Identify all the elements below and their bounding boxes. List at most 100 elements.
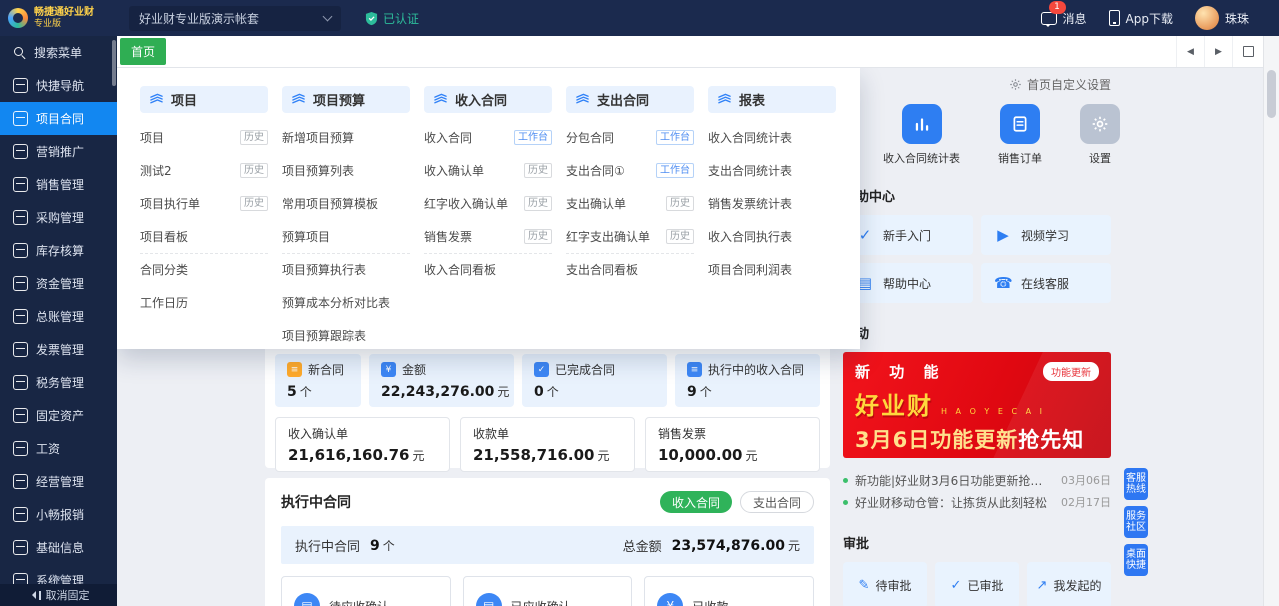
menu-item[interactable]: 项目 历史 (140, 127, 268, 147)
menu-item[interactable]: 销售发票统计表 (708, 193, 836, 213)
approval-card[interactable]: ✎ 待审批 (843, 562, 927, 606)
shortcut-sales-order[interactable]: 销售订单 (998, 104, 1042, 166)
sidebar-item-inventory[interactable]: 库存核算 (0, 234, 117, 267)
quick-nav-icon (13, 78, 28, 93)
menu-item[interactable]: 销售发票 历史 (424, 226, 552, 254)
menu-item[interactable]: 支出合同统计表 (708, 160, 836, 180)
stat-card-top: ¥ 金额 (381, 361, 502, 378)
shortcut-settings[interactable]: 设置 (1080, 104, 1120, 166)
menu-item[interactable]: 项目执行单 历史 (140, 193, 268, 213)
menu-item[interactable]: 预算成本分析对比表 (282, 292, 410, 312)
gear-icon (1010, 78, 1021, 90)
sidebar-item-marketing[interactable]: 营销推广 (0, 135, 117, 168)
approval-card[interactable]: ✓ 已审批 (935, 562, 1019, 606)
menu-item[interactable]: 新增项目预算 (282, 127, 410, 147)
menu-item[interactable]: 项目预算列表 (282, 160, 410, 180)
app-download-button[interactable]: App下载 (1108, 10, 1173, 27)
sidebar-item-general-ledger[interactable]: 总账管理 (0, 300, 117, 333)
sidebar-item-project-contract[interactable]: 项目合同 (0, 102, 117, 135)
menu-item[interactable]: 工作日历 (140, 292, 268, 312)
account-set-selector[interactable]: 好业财专业版演示帐套 (129, 5, 341, 31)
help-card[interactable]: ✓ 新手入门 (843, 215, 973, 255)
bullet-dot-icon (843, 477, 848, 483)
mini-card[interactable]: ▤ 已应收确认 (462, 576, 633, 606)
menu-item[interactable]: 预算项目 (282, 226, 410, 254)
menu-item[interactable]: 收入合同统计表 (708, 127, 836, 147)
verified-badge[interactable]: 已认证 (365, 10, 419, 27)
tab-scroll-left-button[interactable]: ◀ (1176, 36, 1204, 67)
floating-hotline-button[interactable]: 客服热线 (1124, 468, 1148, 500)
unpin-sidebar-button[interactable]: 取消固定 (0, 584, 117, 606)
sidebar-item-expense[interactable]: 小畅报销 (0, 498, 117, 531)
income-contract-pill[interactable]: 收入合同 (659, 491, 732, 513)
menu-item[interactable]: 红字支出确认单 历史 (566, 226, 694, 254)
approval-card[interactable]: ↗ 我发起的 (1027, 562, 1111, 606)
shortcut-income-contract-report[interactable]: 收入合同统计表 (883, 104, 960, 166)
document-stat-card[interactable]: 销售发票 10,000.00 元 (645, 417, 820, 472)
sidebar-item-basic-info[interactable]: 基础信息 (0, 531, 117, 564)
sidebar-item-quick-nav[interactable]: 快捷导航 (0, 69, 117, 102)
promo-banner[interactable]: 新 功 能 功能更新 好业财 H A O Y E C A I 3月6日功能更新抢… (843, 352, 1111, 458)
home-customize-button[interactable]: 首页自定义设置 (843, 76, 1111, 92)
sidebar-item-invoice[interactable]: 发票管理 (0, 333, 117, 366)
menu-item[interactable]: 支出确认单 历史 (566, 193, 694, 213)
page-scrollbar[interactable] (1263, 36, 1279, 606)
menu-item[interactable]: 支出合同① 工作台 (566, 160, 694, 180)
document-stat-card[interactable]: 收入确认单 21,616,160.76 元 (275, 417, 450, 472)
stat-card-top: ✓ 已完成合同 (534, 361, 655, 378)
stat-card[interactable]: ≡ 新合同 5个 (275, 354, 361, 407)
messages-button[interactable]: 1 消息 (1040, 0, 1087, 27)
logo-text: 畅捷通好业财 专业版 (34, 7, 94, 29)
banner-update-button[interactable]: 功能更新 (1043, 362, 1099, 381)
document-stat-card[interactable]: 收款单 21,558,716.00 元 (460, 417, 635, 472)
menu-item[interactable]: 项目合同利润表 (708, 259, 836, 279)
menu-item[interactable]: 常用项目预算模板 (282, 193, 410, 213)
fullscreen-button[interactable] (1232, 36, 1263, 67)
menu-item[interactable]: 收入合同 工作台 (424, 127, 552, 147)
sidebar-item-fixed-assets[interactable]: 固定资产 (0, 399, 117, 432)
user-menu[interactable]: 珠珠 (1194, 6, 1249, 30)
menu-item[interactable]: 红字收入确认单 历史 (424, 193, 552, 213)
help-card[interactable]: ▤ 帮助中心 (843, 263, 973, 303)
scrollbar-thumb[interactable] (1267, 70, 1276, 118)
sidebar-item-funds[interactable]: 资金管理 (0, 267, 117, 300)
expense-contract-pill[interactable]: 支出合同 (739, 491, 814, 513)
megamenu-section-title: 报表 (739, 94, 766, 109)
executing-total-value: 23,574,876.00 元 (672, 537, 800, 554)
floating-community-button[interactable]: 服务社区 (1124, 506, 1148, 538)
news-text: 新功能|好业财3月6日功能更新抢先知 (855, 473, 1047, 488)
document-stat-unit: 元 (412, 449, 425, 463)
menu-item[interactable]: 测试2 历史 (140, 160, 268, 180)
floating-desktop-shortcut-button[interactable]: 桌面快捷 (1124, 544, 1148, 576)
sidebar-item-purchase[interactable]: 采购管理 (0, 201, 117, 234)
tab-home[interactable]: 首页 (120, 38, 166, 65)
sidebar-item-search[interactable]: 搜索菜单 (0, 36, 117, 69)
menu-item[interactable]: 项目预算执行表 (282, 259, 410, 279)
menu-item[interactable]: 分包合同 工作台 (566, 127, 694, 147)
menu-item[interactable]: 收入合同执行表 (708, 226, 836, 246)
sidebar-item-sales[interactable]: 销售管理 (0, 168, 117, 201)
help-card[interactable]: ▶ 视频学习 (981, 215, 1111, 255)
menu-item[interactable]: 合同分类 (140, 259, 268, 279)
sidebar-item-operations[interactable]: 经营管理 (0, 465, 117, 498)
menu-item[interactable]: 收入合同看板 (424, 259, 552, 279)
tab-scroll-right-button[interactable]: ▶ (1204, 36, 1232, 67)
megamenu-column-reports: 报表 收入合同统计表 支出合同统计表 销售发票统计表 收入合同执行表 项目合同利… (708, 86, 850, 349)
news-item[interactable]: 新功能|好业财3月6日功能更新抢先知 03月06日 (843, 469, 1111, 491)
menu-item-label: 项目预算跟踪表 (282, 328, 367, 343)
stat-card[interactable]: ≡ 执行中的收入合同 9个 (675, 354, 820, 407)
stat-card[interactable]: ¥ 金额 22,243,276.00 元 (369, 354, 514, 407)
stat-card[interactable]: ✓ 已完成合同 0个 (522, 354, 667, 407)
help-card[interactable]: ☎ 在线客服 (981, 263, 1111, 303)
menu-item[interactable]: 项目预算跟踪表 (282, 325, 410, 345)
sidebar-item-payroll[interactable]: 工资 (0, 432, 117, 465)
menu-item[interactable]: 支出合同看板 (566, 259, 694, 279)
menu-item[interactable]: 收入确认单 历史 (424, 160, 552, 180)
sidebar-item-tax[interactable]: 税务管理 (0, 366, 117, 399)
mini-card[interactable]: ¥ 已收款 (644, 576, 815, 606)
menu-item[interactable]: 项目看板 (140, 226, 268, 254)
sidebar-scroll-indicator[interactable] (112, 40, 116, 86)
mini-card[interactable]: ▤ 待应收确认 (281, 576, 451, 606)
menu-item-label: 销售发票统计表 (708, 196, 793, 211)
news-item[interactable]: 好业财移动仓管：让拣货从此刻轻松 02月17日 (843, 491, 1111, 513)
